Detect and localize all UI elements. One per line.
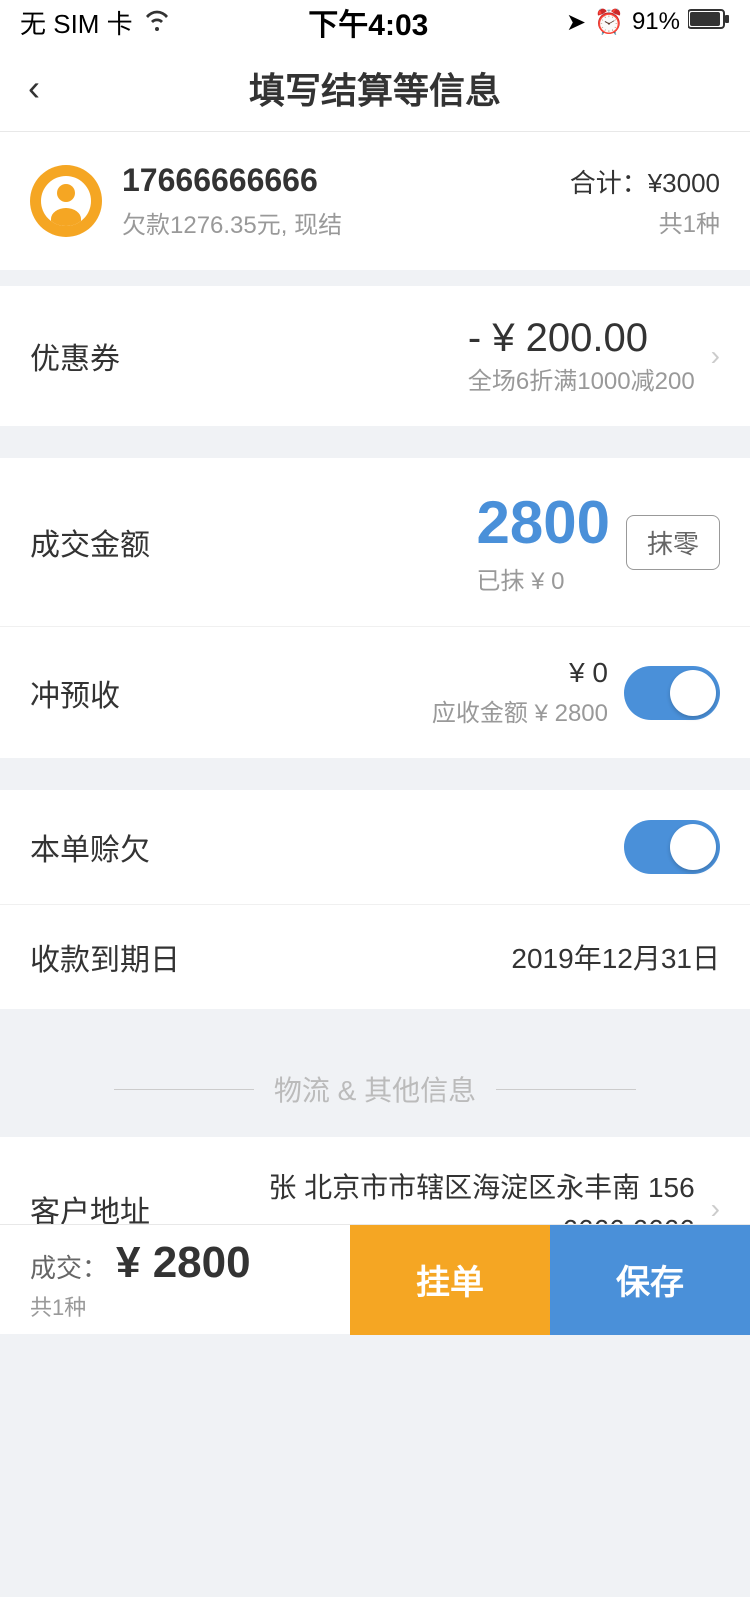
- prepayment-sub: 应收金额 ¥ 2800: [432, 693, 608, 728]
- alarm-icon: ⏰: [594, 8, 624, 37]
- arrear-toggle[interactable]: [624, 820, 720, 874]
- coupon-label: 优惠券: [30, 334, 120, 378]
- prepayment-value: ¥ 0: [432, 657, 608, 689]
- customer-phone: 17666666666: [122, 162, 342, 199]
- amount-row: 成交金额 2800 已抹 ¥ 0 抹零: [0, 458, 750, 627]
- nav-bar: ‹ 填写结算等信息: [0, 44, 750, 132]
- amount-value-block: 2800 已抹 ¥ 0: [477, 488, 610, 596]
- due-date-value: 2019年12月31日: [511, 937, 720, 977]
- customer-debt: 欠款1276.35元, 现结: [122, 205, 342, 240]
- avatar: [30, 165, 102, 237]
- coupon-row[interactable]: 优惠券 - ¥ 200.00 全场6折满1000减200 ›: [0, 286, 750, 426]
- status-right: ➤ ⏰ 91%: [566, 8, 730, 37]
- coupon-sub: 全场6折满1000减200: [468, 361, 695, 396]
- round-zero-button[interactable]: 抹零: [626, 515, 720, 570]
- customer-card: 17666666666 欠款1276.35元, 现结 合计：¥3000 共1种: [0, 132, 750, 270]
- status-left: 无 SIM 卡: [20, 4, 171, 41]
- amount-section: 成交金额 2800 已抹 ¥ 0 抹零 冲预收 ¥ 0 应收金额 ¥ 2800: [0, 458, 750, 758]
- battery-text: 91%: [632, 8, 680, 36]
- coupon-value: - ¥ 200.00: [468, 316, 695, 361]
- save-button[interactable]: 保存: [550, 1225, 750, 1335]
- battery-icon: [688, 8, 730, 37]
- status-bar: 无 SIM 卡 下午4:03 ➤ ⏰ 91%: [0, 0, 750, 44]
- customer-info: 17666666666 欠款1276.35元, 现结: [122, 162, 342, 240]
- summary-amount: ¥ 2800: [116, 1238, 251, 1288]
- content: 17666666666 欠款1276.35元, 现结 合计：¥3000 共1种 …: [0, 132, 750, 1597]
- bottom-summary-top: 成交： ¥ 2800: [30, 1238, 320, 1288]
- prepayment-row: 冲预收 ¥ 0 应收金额 ¥ 2800: [0, 627, 750, 758]
- chevron-right-icon: ›: [711, 340, 720, 372]
- coupon-right: - ¥ 200.00 全场6折满1000减200 ›: [468, 316, 720, 396]
- prepayment-toggle[interactable]: [624, 666, 720, 720]
- total-label: 合计：¥3000: [570, 163, 720, 200]
- amount-right: 2800 已抹 ¥ 0 抹零: [477, 488, 721, 596]
- prepayment-label: 冲预收: [30, 671, 120, 715]
- already-zero: 已抹 ¥ 0: [477, 561, 610, 596]
- due-date-row: 收款到期日 2019年12月31日: [0, 905, 750, 1009]
- location-icon: ➤: [566, 8, 586, 37]
- hang-single-button[interactable]: 挂单: [350, 1225, 550, 1335]
- logistics-header: 物流 & 其他信息: [0, 1041, 750, 1137]
- customer-left: 17666666666 欠款1276.35元, 现结: [30, 162, 342, 240]
- bottom-bar: 成交： ¥ 2800 共1种 挂单 保存: [0, 1224, 750, 1334]
- status-time: 下午4:03: [308, 0, 428, 44]
- total-count: 共1种: [570, 204, 720, 239]
- avatar-icon: [41, 176, 91, 226]
- back-button[interactable]: ‹: [28, 67, 40, 109]
- wifi-icon: [143, 7, 171, 38]
- logistics-label: 物流 & 其他信息: [274, 1069, 476, 1109]
- section-divider-3: [0, 1025, 750, 1041]
- summary-label: 成交：: [30, 1248, 108, 1285]
- arrear-row: 本单赊欠: [0, 790, 750, 905]
- page-title: 填写结算等信息: [249, 62, 501, 114]
- due-date-label: 收款到期日: [30, 935, 180, 979]
- arrear-section: 本单赊欠 收款到期日 2019年12月31日: [0, 790, 750, 1009]
- customer-total: 合计：¥3000 共1种: [570, 163, 720, 239]
- coupon-value-block: - ¥ 200.00 全场6折满1000减200: [468, 316, 695, 396]
- coupon-section: 优惠券 - ¥ 200.00 全场6折满1000减200 ›: [0, 286, 750, 426]
- arrear-label: 本单赊欠: [30, 825, 150, 869]
- prepayment-right: ¥ 0 应收金额 ¥ 2800: [432, 657, 720, 728]
- sim-text: 无 SIM 卡: [20, 4, 133, 41]
- bottom-summary: 成交： ¥ 2800 共1种: [0, 1238, 350, 1322]
- summary-count: 共1种: [30, 1290, 320, 1322]
- prepayment-value-block: ¥ 0 应收金额 ¥ 2800: [432, 657, 608, 728]
- section-divider-1: [0, 442, 750, 458]
- arrear-right: [624, 820, 720, 874]
- section-divider-2: [0, 774, 750, 790]
- amount-label: 成交金额: [30, 520, 150, 564]
- amount-number: 2800: [477, 488, 610, 557]
- address-chevron-icon: ›: [711, 1193, 720, 1225]
